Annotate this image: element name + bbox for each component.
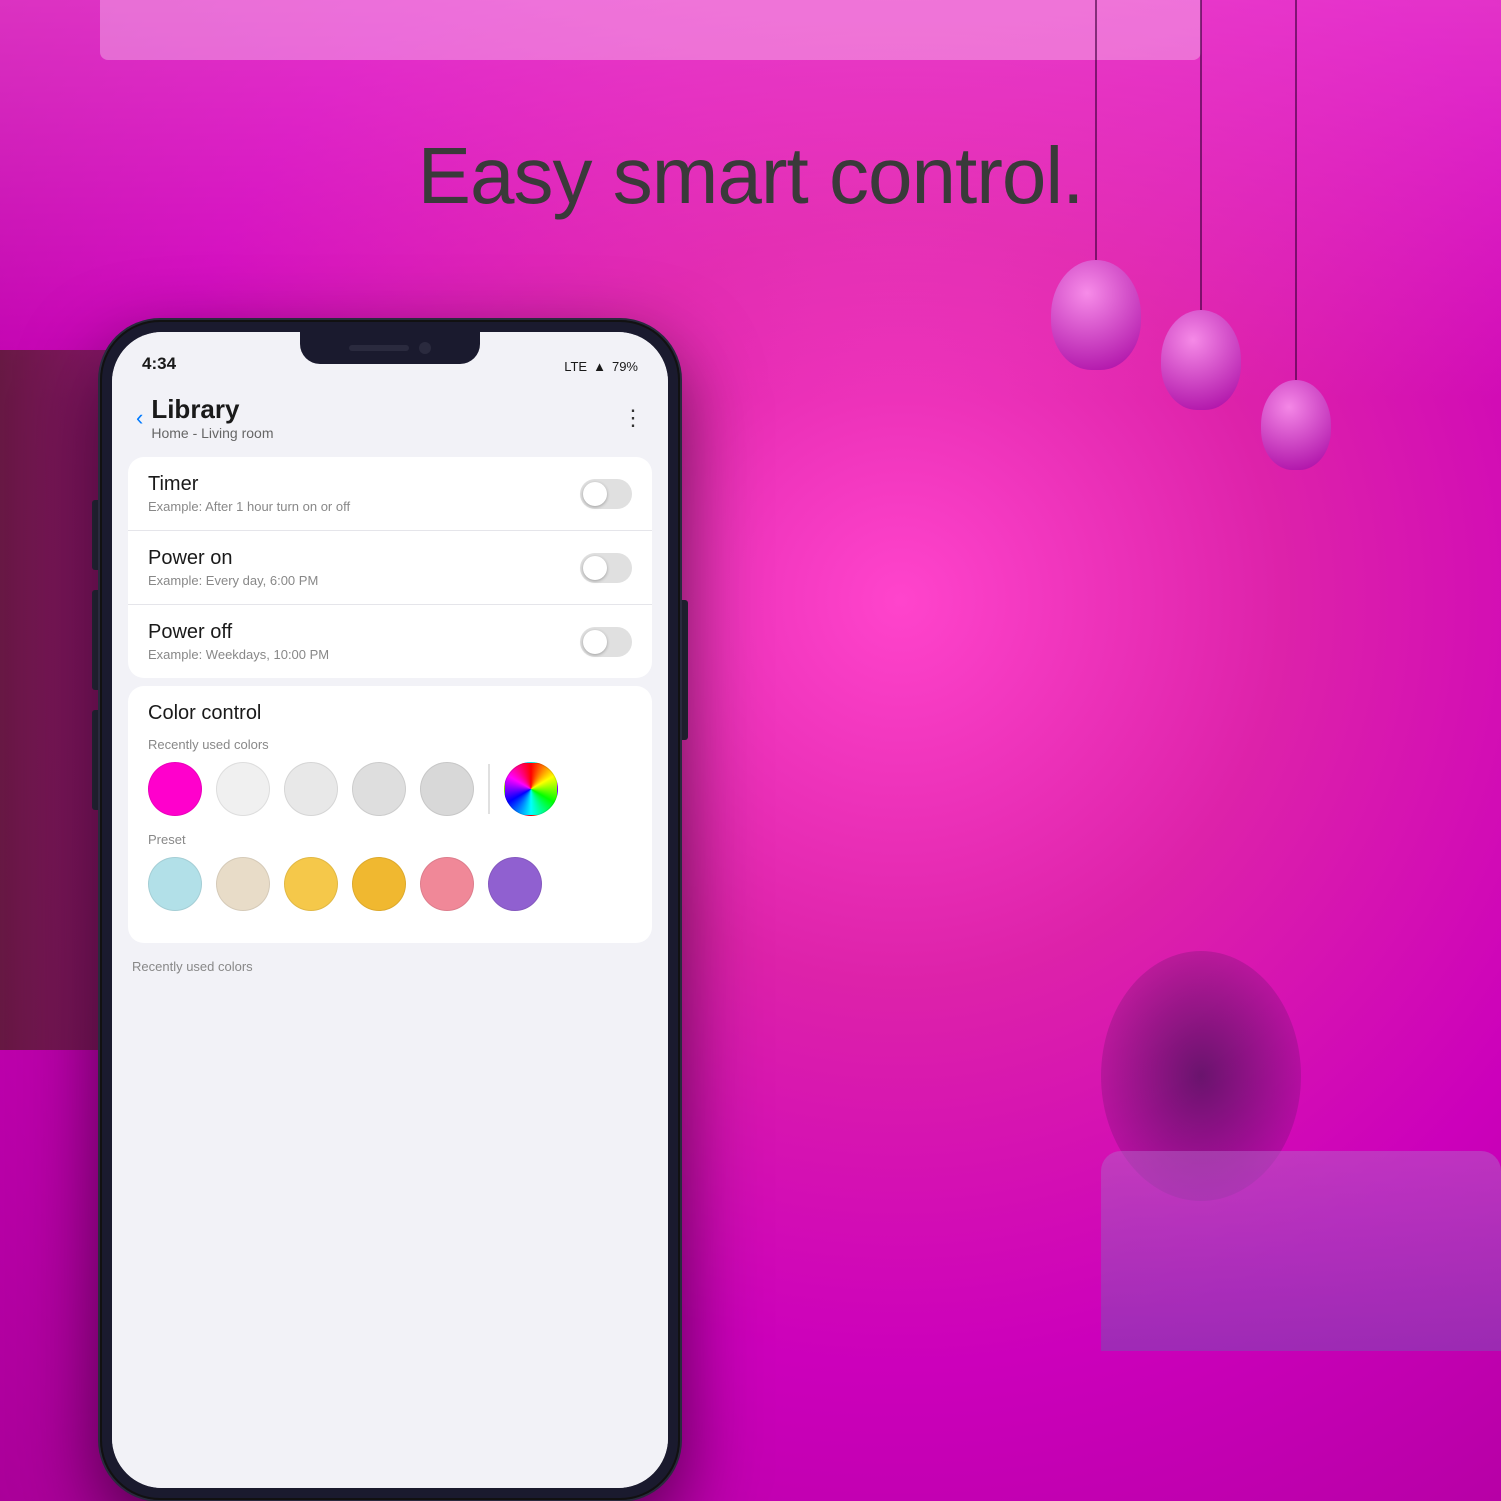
power-off-info: Power off Example: Weekdays, 10:00 PM bbox=[148, 621, 329, 662]
preset-colors-row bbox=[148, 857, 632, 911]
color-white3[interactable] bbox=[352, 762, 406, 816]
bg-lamps bbox=[1001, 0, 1351, 650]
lamp-2 bbox=[1161, 310, 1241, 410]
battery-icon: 79% bbox=[612, 359, 638, 374]
timer-row: Timer Example: After 1 hour turn on or o… bbox=[128, 457, 652, 530]
status-icons: LTE ▲ 79% bbox=[564, 359, 638, 374]
header-title-block: Library Home - Living room bbox=[151, 394, 273, 441]
recently-used-label: Recently used colors bbox=[148, 737, 632, 752]
app-content: ‹ Library Home - Living room ⋮ Timer Exa… bbox=[112, 382, 668, 1488]
timer-toggle[interactable] bbox=[580, 479, 632, 509]
header-subtitle: Home - Living room bbox=[151, 425, 273, 441]
preset-warm-yellow[interactable] bbox=[284, 857, 338, 911]
power-on-title: Power on bbox=[148, 547, 318, 570]
page-headline: Easy smart control. bbox=[0, 130, 1501, 222]
lamp-1 bbox=[1051, 260, 1141, 370]
color-white4[interactable] bbox=[420, 762, 474, 816]
timer-title: Timer bbox=[148, 473, 350, 496]
back-button[interactable]: ‹ bbox=[136, 405, 143, 431]
power-off-toggle[interactable] bbox=[580, 627, 632, 657]
lamp-3 bbox=[1261, 380, 1331, 470]
preset-purple[interactable] bbox=[488, 857, 542, 911]
schedule-card: Timer Example: After 1 hour turn on or o… bbox=[128, 457, 652, 678]
timer-subtitle: Example: After 1 hour turn on or off bbox=[148, 499, 350, 514]
phone-container: 4:34 LTE ▲ 79% ‹ Library Home - Living r… bbox=[100, 320, 680, 1500]
header-left: ‹ Library Home - Living room bbox=[136, 394, 273, 441]
power-off-title: Power off bbox=[148, 621, 329, 644]
app-header: ‹ Library Home - Living room ⋮ bbox=[112, 382, 668, 449]
preset-label: Preset bbox=[148, 832, 632, 847]
more-button[interactable]: ⋮ bbox=[622, 405, 644, 431]
notch-speaker bbox=[349, 345, 409, 351]
color-control-title: Color control bbox=[148, 702, 632, 725]
phone-frame: 4:34 LTE ▲ 79% ‹ Library Home - Living r… bbox=[100, 320, 680, 1500]
preset-pink[interactable] bbox=[420, 857, 474, 911]
power-on-info: Power on Example: Every day, 6:00 PM bbox=[148, 547, 318, 588]
side-button-vol-up[interactable] bbox=[92, 590, 98, 690]
notch-camera bbox=[419, 342, 431, 354]
status-time: 4:34 bbox=[142, 354, 176, 374]
color-wheel[interactable] bbox=[504, 762, 558, 816]
bg-couch bbox=[1101, 1151, 1501, 1351]
preset-light-blue[interactable] bbox=[148, 857, 202, 911]
phone-screen: 4:34 LTE ▲ 79% ‹ Library Home - Living r… bbox=[112, 332, 668, 1488]
preset-warm-white[interactable] bbox=[216, 857, 270, 911]
signal-icon: ▲ bbox=[593, 359, 606, 374]
side-button-vol-down[interactable] bbox=[92, 710, 98, 810]
lte-icon: LTE bbox=[564, 359, 587, 374]
color-magenta[interactable] bbox=[148, 762, 202, 816]
timer-toggle-knob bbox=[583, 482, 607, 506]
recently-used-bottom-label: Recently used colors bbox=[112, 951, 668, 978]
side-button-power[interactable] bbox=[682, 600, 688, 740]
header-title: Library bbox=[151, 394, 273, 425]
phone-notch bbox=[300, 332, 480, 364]
side-button-mute[interactable] bbox=[92, 500, 98, 570]
power-on-toggle-knob bbox=[583, 556, 607, 580]
timer-info: Timer Example: After 1 hour turn on or o… bbox=[148, 473, 350, 514]
power-off-row: Power off Example: Weekdays, 10:00 PM bbox=[128, 604, 652, 678]
recently-used-colors-row bbox=[148, 762, 632, 816]
power-on-subtitle: Example: Every day, 6:00 PM bbox=[148, 573, 318, 588]
power-off-toggle-knob bbox=[583, 630, 607, 654]
color-divider bbox=[488, 764, 490, 814]
power-on-row: Power on Example: Every day, 6:00 PM bbox=[128, 530, 652, 604]
power-off-subtitle: Example: Weekdays, 10:00 PM bbox=[148, 647, 329, 662]
color-white1[interactable] bbox=[216, 762, 270, 816]
color-white2[interactable] bbox=[284, 762, 338, 816]
preset-golden[interactable] bbox=[352, 857, 406, 911]
power-on-toggle[interactable] bbox=[580, 553, 632, 583]
color-control-card: Color control Recently used colors Prese… bbox=[128, 686, 652, 943]
